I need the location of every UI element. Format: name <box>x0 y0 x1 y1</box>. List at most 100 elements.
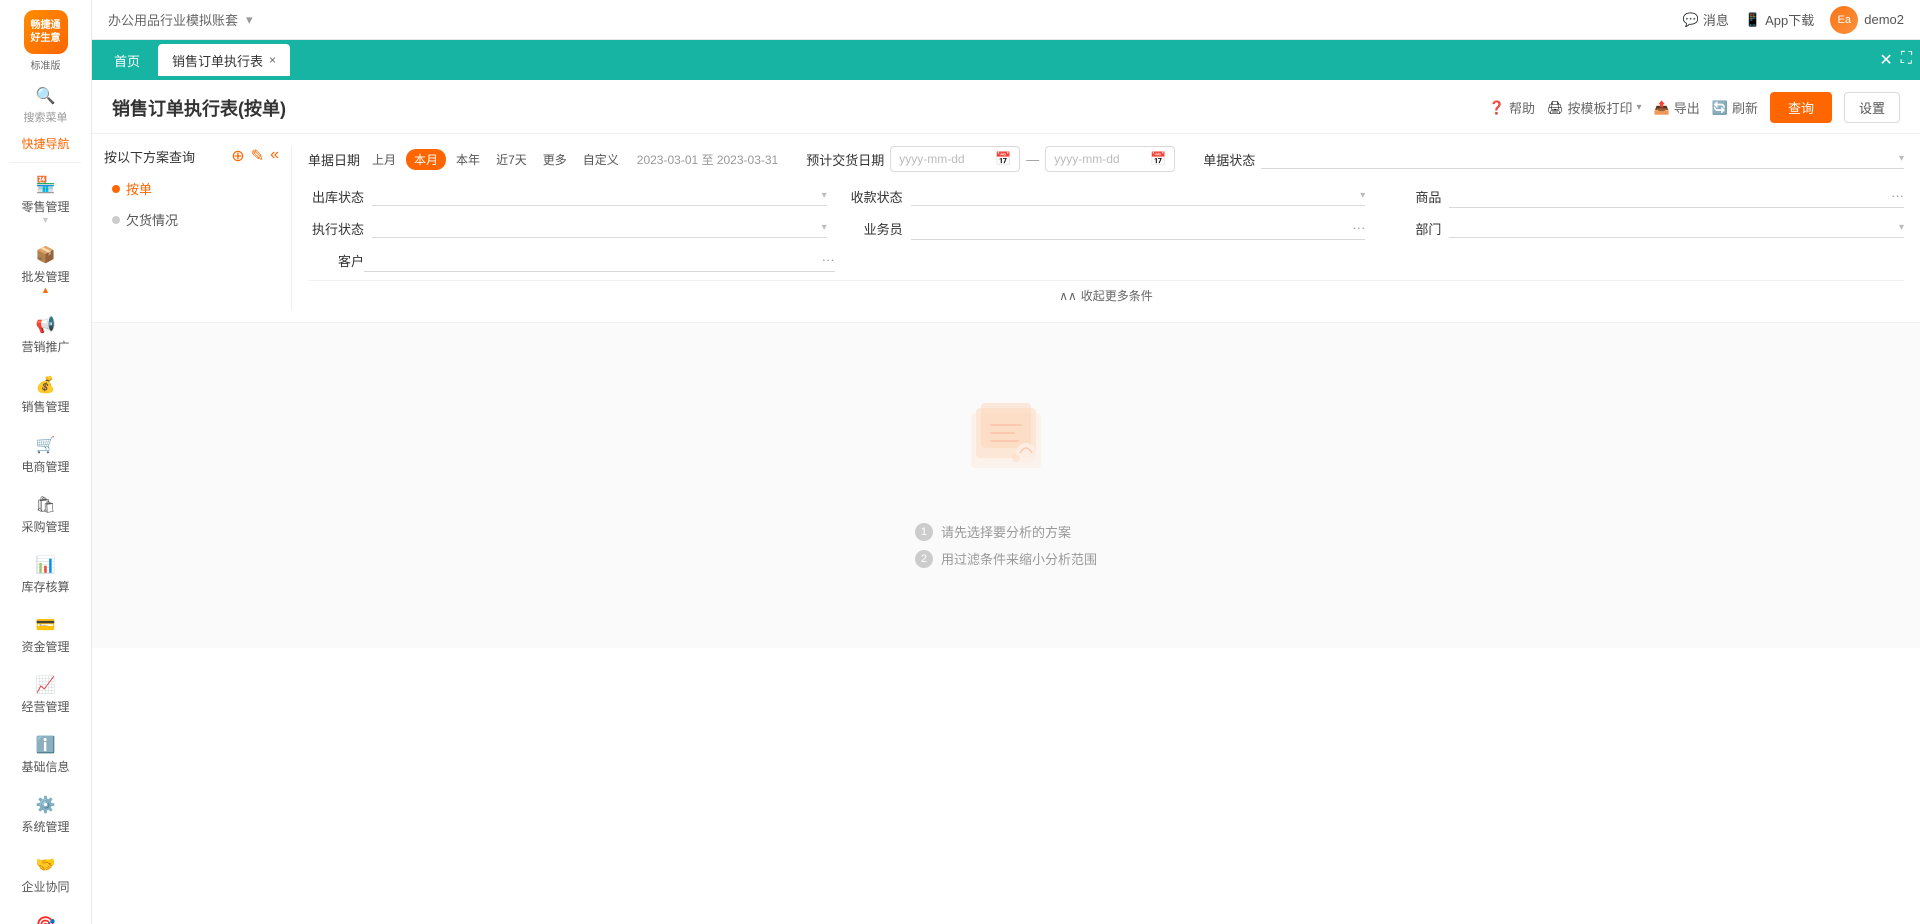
collapse-btn[interactable]: ∧∧ 收起更多条件 <box>308 280 1904 310</box>
settings-btn[interactable]: 设置 <box>1844 92 1900 123</box>
collapse-label: 收起更多条件 <box>1081 287 1153 304</box>
out-status-item: 出库状态 ▾ <box>308 184 827 208</box>
sidebar-item-operations[interactable]: 📈 经营管理 <box>0 665 91 725</box>
salesperson-item: 业务员 ··· <box>847 216 1366 240</box>
user-name: demo2 <box>1864 12 1904 27</box>
customer-select[interactable]: ··· <box>364 248 835 272</box>
goods-select[interactable]: ··· <box>1449 184 1904 208</box>
sidebar-item-marketing[interactable]: 📢 营销推广 <box>0 305 91 365</box>
export-btn[interactable]: 📤 导出 <box>1654 98 1700 117</box>
refresh-icon: 🔄 <box>1712 100 1728 116</box>
page-content: 销售订单执行表(按单) ❓ 帮助 🖨 按模板打印 ▾ 📤 导出 <box>92 80 1920 924</box>
sidebar-item-system[interactable]: ⚙️ 系统管理 <box>0 785 91 845</box>
ecommerce-label: 电商管理 <box>21 458 69 475</box>
system-icon: ⚙️ <box>36 795 56 815</box>
refresh-btn[interactable]: 🔄 刷新 <box>1712 98 1758 117</box>
sidebar-item-wholesale[interactable]: 📦 批发管理 ▲ <box>0 235 91 305</box>
salesperson-dots[interactable]: ··· <box>1352 220 1365 235</box>
basic-info-label: 基础信息 <box>21 758 69 775</box>
out-status-select[interactable]: ▾ <box>372 186 827 206</box>
sidebar-item-finance[interactable]: 💳 资金管理 <box>0 605 91 665</box>
sidebar-item-enterprise[interactable]: 🤝 企业协同 <box>0 845 91 905</box>
tab-home[interactable]: 首页 <box>100 44 154 76</box>
sidebar-item-purchase[interactable]: 🛍 采购管理 <box>0 485 91 545</box>
tab-close-btn[interactable]: × <box>269 53 276 67</box>
date-label: 单据日期 <box>308 150 360 169</box>
user-profile-btn[interactable]: Ea demo2 <box>1830 6 1904 34</box>
exec-status-arrow: ▾ <box>822 222 827 233</box>
print-label: 按模板打印 <box>1568 98 1633 117</box>
goods-dots[interactable]: ··· <box>1891 188 1904 203</box>
sidebar-item-quick-nav[interactable]: 快捷导航 <box>0 131 91 160</box>
page-title-bar: 销售订单执行表(按单) ❓ 帮助 🖨 按模板打印 ▾ 📤 导出 <box>92 80 1920 134</box>
exec-status-item: 执行状态 ▾ <box>308 216 827 240</box>
tab-expand-icon[interactable]: ⛶ <box>1901 50 1912 70</box>
message-btn[interactable]: 💬 消息 <box>1683 10 1729 29</box>
tab-close-window-icon[interactable]: ✕ <box>1879 50 1892 70</box>
sidebar-item-basic-info[interactable]: ℹ️ 基础信息 <box>0 725 91 785</box>
date-tab-this-month[interactable]: 本月 <box>406 149 446 170</box>
help-btn[interactable]: ❓ 帮助 <box>1489 98 1535 117</box>
tab-active[interactable]: 销售订单执行表 × <box>158 44 290 76</box>
salesperson-select[interactable]: ··· <box>911 216 1366 240</box>
operations-label: 经营管理 <box>21 698 69 715</box>
date-tab-last-month[interactable]: 上月 <box>366 149 402 170</box>
sidebar-item-sales[interactable]: 💰 销售管理 <box>0 365 91 425</box>
date-tab-more[interactable]: 更多 <box>537 149 573 170</box>
date-tab-custom[interactable]: 自定义 <box>577 149 625 170</box>
date-tabs: 上月 本月 本年 近7天 更多 自定义 <box>366 149 625 170</box>
scheme-item-single[interactable]: 按单 <box>104 174 279 203</box>
sidebar-item-inventory[interactable]: 📊 库存核算 <box>0 545 91 605</box>
delivery-end-input[interactable]: yyyy-mm-dd 📅 <box>1045 146 1175 172</box>
breadcrumb-dropdown[interactable]: ▾ <box>246 12 253 28</box>
page-inner: 销售订单执行表(按单) ❓ 帮助 🖨 按模板打印 ▾ 📤 导出 <box>92 80 1920 924</box>
filter-row-3: 执行状态 ▾ 业务员 ··· <box>308 216 1904 240</box>
operations-icon: 📈 <box>36 675 56 695</box>
filter-container: 按以下方案查询 ⊕ ✎ « 按单 欠货情况 <box>92 134 1920 322</box>
inventory-icon: 📊 <box>36 555 56 575</box>
print-dropdown[interactable]: ▾ <box>1637 102 1642 113</box>
dept-item: 部门 ▾ <box>1385 216 1904 240</box>
collapse-scheme-icon[interactable]: « <box>270 146 279 166</box>
inventory-label: 库存核算 <box>21 578 69 595</box>
add-scheme-icon[interactable]: ⊕ <box>231 146 244 166</box>
date-tab-this-year[interactable]: 本年 <box>450 149 486 170</box>
date-tab-7days[interactable]: 近7天 <box>490 149 533 170</box>
calendar-end-icon[interactable]: 📅 <box>1150 151 1166 167</box>
print-btn[interactable]: 🖨 按模板打印 ▾ <box>1547 98 1642 117</box>
scheme-item-shortage[interactable]: 欠货情况 <box>104 205 279 234</box>
sidebar-item-guide[interactable]: 🎯 新手引导 <box>0 905 91 924</box>
customer-dots[interactable]: ··· <box>822 252 835 267</box>
ecommerce-icon: 🛒 <box>36 435 56 455</box>
logo-image: 畅捷通好生意 <box>24 10 68 54</box>
sidebar-item-ecommerce[interactable]: 🛒 电商管理 <box>0 425 91 485</box>
retail-arrow: ▼ <box>41 215 50 225</box>
marketing-label: 营销推广 <box>21 338 69 355</box>
delivery-start-input[interactable]: yyyy-mm-dd 📅 <box>890 146 1020 172</box>
exec-status-select[interactable]: ▾ <box>372 218 827 238</box>
marketing-icon: 📢 <box>36 315 56 335</box>
calendar-start-icon[interactable]: 📅 <box>995 151 1011 167</box>
retail-icon: 🏪 <box>36 175 56 195</box>
sidebar-item-retail[interactable]: 🏪 零售管理 ▼ <box>0 165 91 235</box>
customer-label: 客户 <box>308 251 364 270</box>
guide-icon: 🎯 <box>36 915 56 924</box>
app-download-btn[interactable]: 📱 App下载 <box>1745 10 1814 29</box>
scheme-title-text: 按以下方案查询 <box>104 147 195 166</box>
collection-select[interactable]: ▾ <box>911 186 1366 206</box>
active-dot <box>112 185 120 193</box>
empty-steps: 1 请先选择要分析的方案 2 用过滤条件来缩小分析范围 <box>915 522 1097 568</box>
empty-state: 1 请先选择要分析的方案 2 用过滤条件来缩小分析范围 <box>92 323 1920 648</box>
retail-label: 零售管理 <box>21 198 69 215</box>
dept-select[interactable]: ▾ <box>1449 218 1904 238</box>
enterprise-icon: 🤝 <box>36 855 56 875</box>
top-header: 办公用品行业模拟账套 ▾ 💬 消息 📱 App下载 Ea demo2 <box>92 0 1920 40</box>
sidebar-item-search[interactable]: 🔍 搜索菜单 <box>0 80 91 131</box>
doc-status-select[interactable]: ▾ <box>1261 149 1904 169</box>
edit-scheme-icon[interactable]: ✎ <box>251 146 264 166</box>
collection-label: 收款状态 <box>847 187 903 206</box>
step-1-text: 请先选择要分析的方案 <box>941 522 1071 541</box>
breadcrumb-text: 办公用品行业模拟账套 <box>108 10 238 29</box>
query-btn[interactable]: 查询 <box>1770 92 1832 123</box>
scheme-title: 按以下方案查询 ⊕ ✎ « <box>104 146 279 166</box>
